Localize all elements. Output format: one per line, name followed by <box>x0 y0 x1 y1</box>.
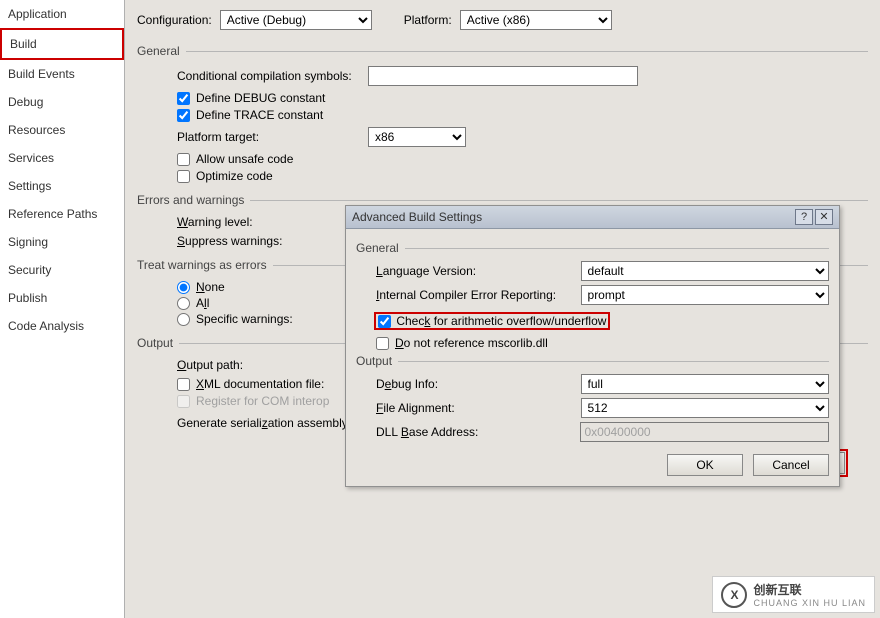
general-title: General <box>137 44 180 58</box>
sidebar-item-services[interactable]: Services <box>0 144 124 172</box>
optimize-checkbox[interactable] <box>177 170 190 183</box>
treat-specific-radio[interactable] <box>177 313 190 326</box>
define-debug-checkbox[interactable] <box>177 92 190 105</box>
dll-base-label: DLL Base Address: <box>376 425 580 439</box>
platform-target-label: Platform target: <box>177 130 362 144</box>
configuration-label: Configuration: <box>137 13 212 27</box>
ok-button[interactable]: OK <box>667 454 743 476</box>
no-mscorlib-label: Do not reference mscorlib.dll <box>395 336 548 350</box>
platform-label: Platform: <box>404 13 452 27</box>
warning-level-label: Warning level: <box>177 215 362 229</box>
errors-title: Errors and warnings <box>137 193 244 207</box>
define-trace-checkbox[interactable] <box>177 109 190 122</box>
file-align-select[interactable]: 512 <box>581 398 829 418</box>
dlg-output-title: Output <box>356 354 392 368</box>
platform-target-select[interactable]: x86 <box>368 127 466 147</box>
sidebar-item-settings[interactable]: Settings <box>0 172 124 200</box>
sidebar-item-security[interactable]: Security <box>0 256 124 284</box>
dialog-title: Advanced Build Settings <box>352 210 482 224</box>
close-icon[interactable]: ✕ <box>815 209 833 225</box>
platform-select[interactable]: Active (x86) <box>460 10 612 30</box>
suppress-warnings-label: Suppress warnings: <box>177 234 362 248</box>
int-err-label: Internal Compiler Error Reporting: <box>376 288 581 302</box>
output-title: Output <box>137 336 173 350</box>
define-debug-label: Define DEBUG constant <box>196 91 325 105</box>
sidebar-item-signing[interactable]: Signing <box>0 228 124 256</box>
cond-symbols-input[interactable] <box>368 66 638 86</box>
sidebar-item-reference-paths[interactable]: Reference Paths <box>0 200 124 228</box>
allow-unsafe-label: Allow unsafe code <box>196 152 293 166</box>
debug-info-select[interactable]: full <box>581 374 829 394</box>
watermark-sub: CHUANG XIN HU LIAN <box>753 598 866 608</box>
register-com-checkbox <box>177 395 190 408</box>
advanced-build-dialog: Advanced Build Settings ? ✕ General Lang… <box>345 205 840 487</box>
treat-all-label: All <box>196 296 209 310</box>
sidebar: Application Build Build Events Debug Res… <box>0 0 125 618</box>
cancel-button[interactable]: Cancel <box>753 454 829 476</box>
xml-doc-label: XML documentation file: <box>196 377 324 391</box>
sidebar-item-debug[interactable]: Debug <box>0 88 124 116</box>
dlg-general-title: General <box>356 241 399 255</box>
watermark: X 创新互联 CHUANG XIN HU LIAN <box>712 576 875 613</box>
overflow-label: Check for arithmetic overflow/underflow <box>393 314 606 328</box>
sidebar-item-build-events[interactable]: Build Events <box>0 60 124 88</box>
treat-none-radio[interactable] <box>177 281 190 294</box>
cond-symbols-label: Conditional compilation symbols: <box>177 69 362 83</box>
overflow-highlight: Check for arithmetic overflow/underflow <box>374 312 610 330</box>
int-err-select[interactable]: prompt <box>581 285 829 305</box>
allow-unsafe-checkbox[interactable] <box>177 153 190 166</box>
help-icon[interactable]: ? <box>795 209 813 225</box>
dll-base-input <box>580 422 829 442</box>
sidebar-item-publish[interactable]: Publish <box>0 284 124 312</box>
optimize-label: Optimize code <box>196 169 273 183</box>
sidebar-item-application[interactable]: Application <box>0 0 124 28</box>
watermark-logo-icon: X <box>721 582 747 608</box>
define-trace-label: Define TRACE constant <box>196 108 323 122</box>
output-path-label: Output path: <box>177 358 362 372</box>
lang-ver-select[interactable]: default <box>581 261 829 281</box>
dialog-titlebar[interactable]: Advanced Build Settings ? ✕ <box>346 206 839 229</box>
configuration-select[interactable]: Active (Debug) <box>220 10 372 30</box>
treat-all-radio[interactable] <box>177 297 190 310</box>
debug-info-label: Debug Info: <box>376 377 581 391</box>
sidebar-item-code-analysis[interactable]: Code Analysis <box>0 312 124 340</box>
overflow-checkbox[interactable] <box>378 315 391 328</box>
sidebar-item-build[interactable]: Build <box>0 28 124 60</box>
lang-ver-label: Language Version: <box>376 264 581 278</box>
sidebar-item-resources[interactable]: Resources <box>0 116 124 144</box>
config-row: Configuration: Active (Debug) Platform: … <box>137 10 868 30</box>
general-group: General Conditional compilation symbols:… <box>137 44 868 183</box>
watermark-text: 创新互联 <box>753 581 866 598</box>
treat-specific-label: Specific warnings: <box>196 312 293 326</box>
xml-doc-checkbox[interactable] <box>177 378 190 391</box>
file-align-label: File Alignment: <box>376 401 581 415</box>
register-com-label: Register for COM interop <box>196 394 329 408</box>
treat-warnings-title: Treat warnings as errors <box>137 258 267 272</box>
no-mscorlib-checkbox[interactable] <box>376 337 389 350</box>
treat-none-label: None <box>196 280 225 294</box>
